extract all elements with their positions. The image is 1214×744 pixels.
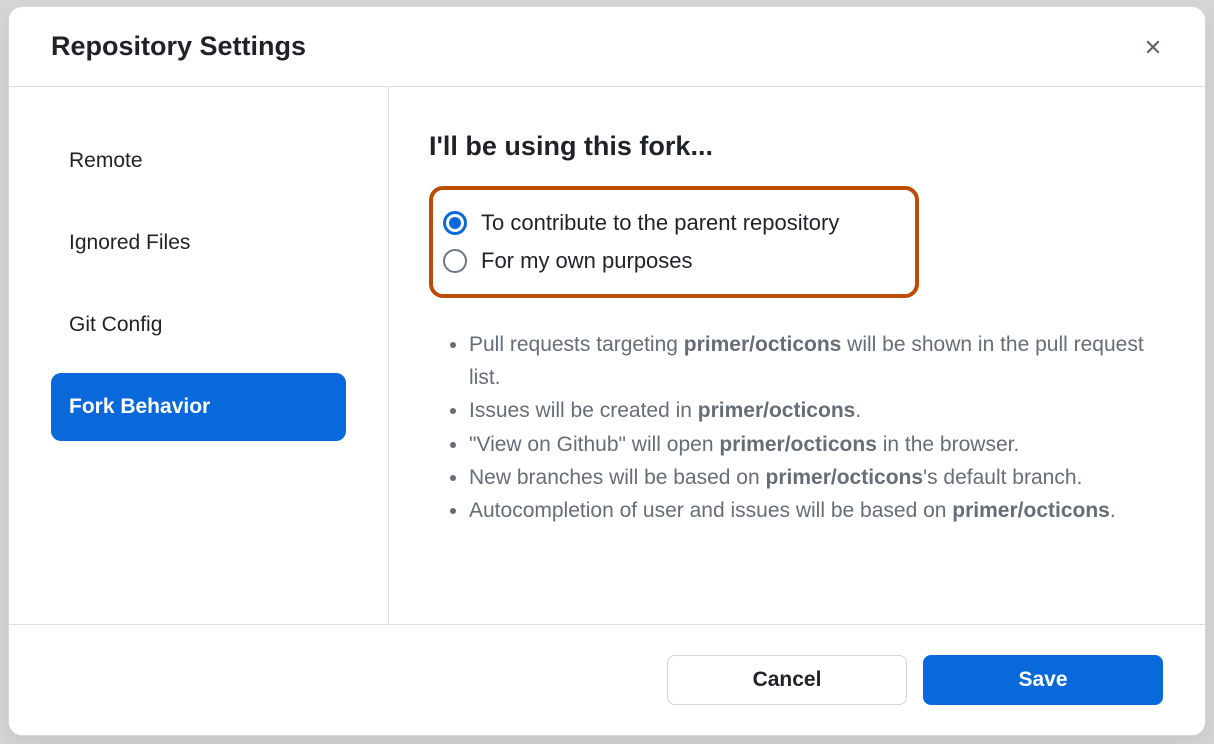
sidebar-item-ignored-files[interactable]: Ignored Files (51, 209, 346, 277)
radio-label: To contribute to the parent repository (481, 210, 839, 236)
button-label: Cancel (753, 668, 822, 692)
button-label: Save (1018, 668, 1067, 692)
sidebar: Remote Ignored Files Git Config Fork Beh… (9, 87, 389, 624)
modal-header: Repository Settings (9, 7, 1205, 87)
content-pane: I'll be using this fork... To contribute… (389, 87, 1205, 624)
sidebar-item-label: Git Config (69, 313, 162, 337)
modal-title: Repository Settings (51, 31, 306, 62)
list-item: Issues will be created in primer/octicon… (469, 394, 1173, 427)
sidebar-item-label: Remote (69, 149, 143, 173)
fork-behavior-details: Pull requests targeting primer/octicons … (429, 328, 1173, 527)
settings-modal: Repository Settings Remote Ignored Files… (8, 6, 1206, 736)
cancel-button[interactable]: Cancel (667, 655, 907, 705)
fork-usage-radio-group: To contribute to the parent repository F… (429, 186, 919, 298)
content-heading: I'll be using this fork... (429, 131, 1173, 162)
radio-indicator-selected-icon (443, 211, 467, 235)
list-item: "View on Github" will open primer/octico… (469, 428, 1173, 461)
modal-body: Remote Ignored Files Git Config Fork Beh… (9, 87, 1205, 624)
sidebar-item-git-config[interactable]: Git Config (51, 291, 346, 359)
radio-label: For my own purposes (481, 248, 693, 274)
list-item: New branches will be based on primer/oct… (469, 461, 1173, 494)
close-icon (1142, 36, 1164, 58)
close-button[interactable] (1139, 33, 1167, 61)
sidebar-item-fork-behavior[interactable]: Fork Behavior (51, 373, 346, 441)
list-item: Pull requests targeting primer/octicons … (469, 328, 1173, 394)
list-item: Autocompletion of user and issues will b… (469, 494, 1173, 527)
radio-indicator-unselected-icon (443, 249, 467, 273)
radio-option-own-purposes[interactable]: For my own purposes (443, 242, 901, 280)
sidebar-item-label: Fork Behavior (69, 395, 210, 419)
save-button[interactable]: Save (923, 655, 1163, 705)
modal-footer: Cancel Save (9, 624, 1205, 735)
sidebar-item-remote[interactable]: Remote (51, 127, 346, 195)
sidebar-item-label: Ignored Files (69, 231, 190, 255)
radio-option-contribute-parent[interactable]: To contribute to the parent repository (443, 204, 901, 242)
